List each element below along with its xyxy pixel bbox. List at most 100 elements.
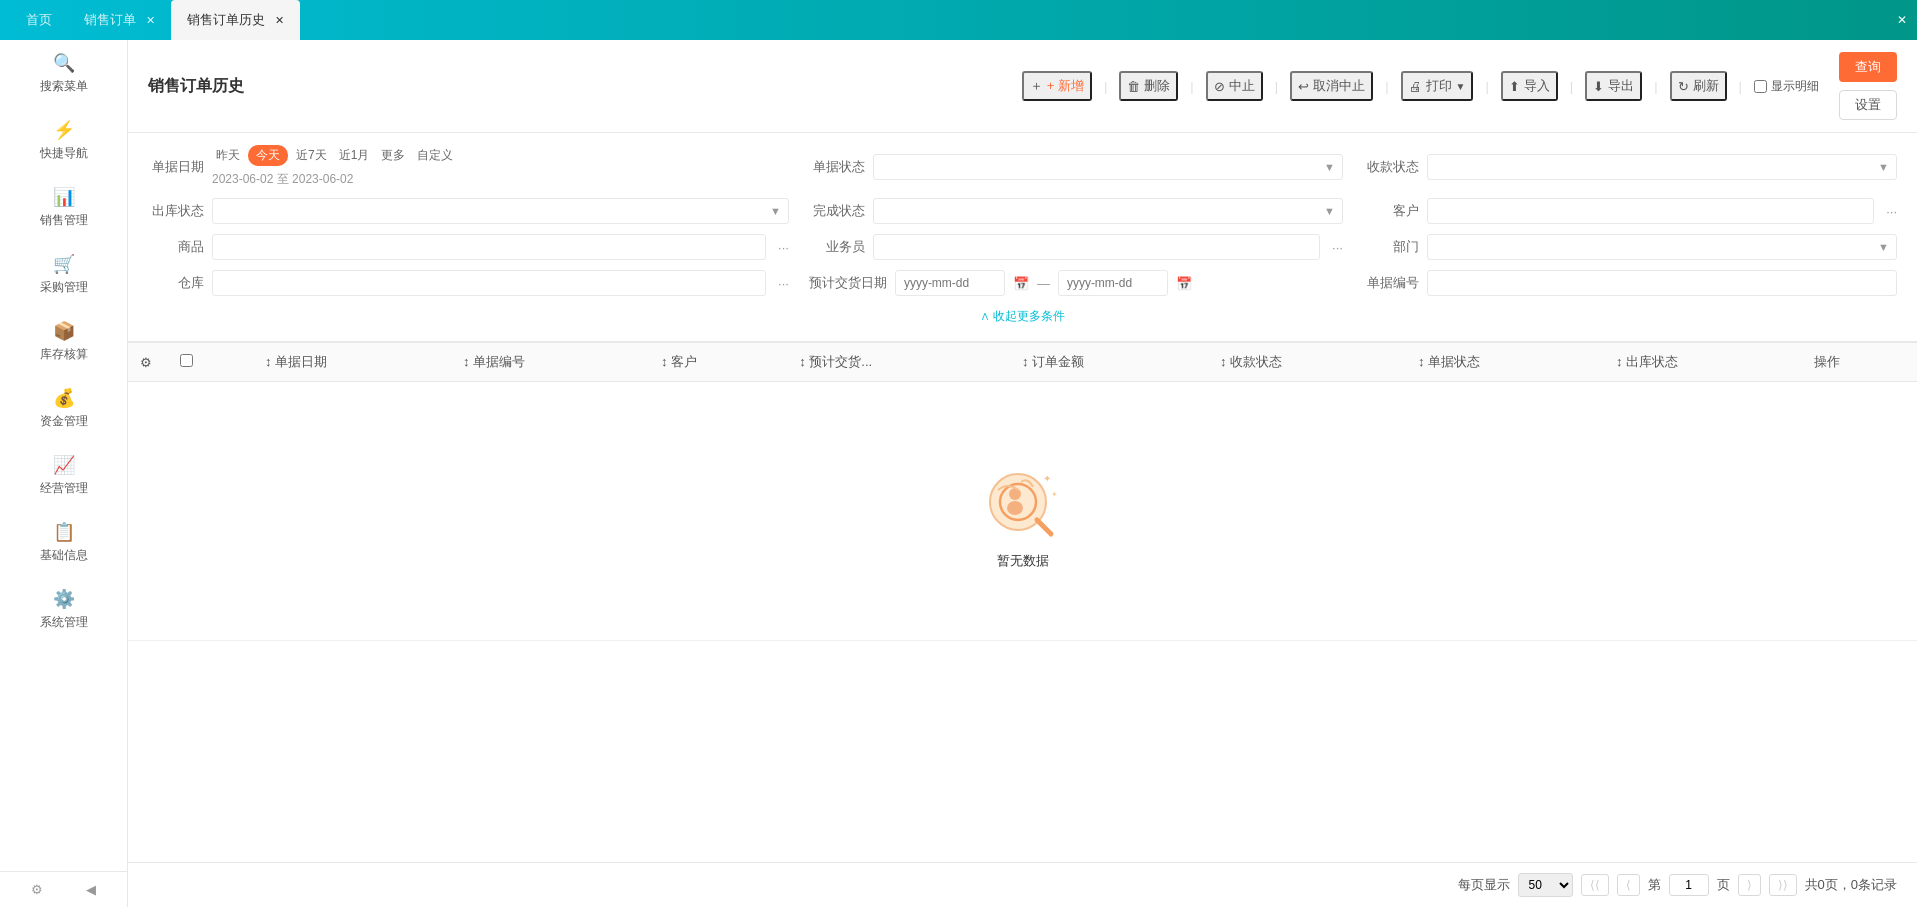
- calendar-from-icon[interactable]: 📅: [1013, 276, 1029, 291]
- content-area: 销售订单历史 ＋ + 新增 | 🗑 删除 | ⊘ 中止 | ↩: [128, 40, 1917, 907]
- settings-gear-icon[interactable]: ⚙: [140, 355, 152, 370]
- table-header-checkbox[interactable]: [168, 343, 253, 382]
- sidebar-item-operations-label: 经营管理: [40, 480, 88, 497]
- calendar-to-icon[interactable]: 📅: [1176, 276, 1192, 291]
- filter-complete-status-col: 完成状态 ▼: [809, 198, 1343, 224]
- customer-label: 客户: [1363, 202, 1419, 220]
- goods-ellipsis[interactable]: ···: [778, 240, 789, 255]
- sidebar-item-inventory-label: 库存核算: [40, 346, 88, 363]
- select-all-checkbox[interactable]: [180, 354, 193, 367]
- table-col-bill-no[interactable]: ↕ 单据编号: [451, 343, 649, 382]
- first-page-button[interactable]: ⟨⟨: [1581, 874, 1609, 896]
- query-button[interactable]: 查询: [1839, 52, 1897, 82]
- search-icon: 🔍: [53, 52, 75, 74]
- print-button-label: 打印: [1426, 77, 1452, 95]
- warehouse-ellipsis[interactable]: ···: [778, 276, 789, 291]
- delivery-status-select[interactable]: [212, 198, 789, 224]
- salesman-label: 业务员: [809, 238, 865, 256]
- payment-status-select[interactable]: [1427, 154, 1897, 180]
- filter-bill-no-col: 单据编号: [1363, 270, 1897, 296]
- export-icon: ⬇: [1593, 79, 1604, 94]
- tab-sales-order-close[interactable]: ✕: [146, 14, 155, 27]
- sidebar-item-inventory[interactable]: 📦 库存核算: [0, 308, 127, 375]
- sidebar-item-basic-info[interactable]: 📋 基础信息: [0, 509, 127, 576]
- sidebar-item-operations[interactable]: 📈 经营管理: [0, 442, 127, 509]
- sidebar-collapse-icon[interactable]: ◀: [86, 882, 96, 897]
- display-detail-label: 显示明细: [1771, 78, 1819, 95]
- date-today-btn[interactable]: 今天: [248, 145, 288, 166]
- prev-page-button[interactable]: ⟨: [1617, 874, 1640, 896]
- sidebar-item-sales[interactable]: 📊 销售管理: [0, 174, 127, 241]
- delete-button[interactable]: 🗑 删除: [1119, 71, 1178, 101]
- salesman-input[interactable]: [873, 234, 1320, 260]
- cancel-stop-button[interactable]: ↩ 取消中止: [1290, 71, 1373, 101]
- table-col-delivery-status[interactable]: ↕ 出库状态: [1604, 343, 1802, 382]
- customer-ellipsis[interactable]: ···: [1886, 204, 1897, 219]
- customer-input[interactable]: [1427, 198, 1874, 224]
- sidebar-item-quick-nav-label: 快捷导航: [40, 145, 88, 162]
- sidebar-item-purchase[interactable]: 🛒 采购管理: [0, 241, 127, 308]
- import-button-label: 导入: [1524, 77, 1550, 95]
- settings-button[interactable]: 设置: [1839, 90, 1897, 120]
- next-page-button[interactable]: ⟩: [1738, 874, 1761, 896]
- data-table: ⚙ ↕ 单据日期 ↕ 单据编号: [128, 342, 1917, 641]
- tab-home[interactable]: 首页: [10, 0, 68, 40]
- purchase-icon: 🛒: [53, 253, 75, 275]
- table-col-order-amount[interactable]: ↕ 订单金额: [1010, 343, 1208, 382]
- bill-no-label: 单据编号: [1363, 274, 1419, 292]
- delivery-date-label: 预计交货日期: [809, 274, 887, 292]
- per-page-select[interactable]: 50 20 100 200: [1518, 873, 1573, 897]
- date-filter-label: 单据日期: [148, 158, 204, 176]
- empty-state: ✦ ✦ 暂无数据: [140, 392, 1905, 630]
- bill-no-input[interactable]: [1427, 270, 1897, 296]
- complete-status-label: 完成状态: [809, 202, 865, 220]
- filter-goods-col: 商品 ···: [148, 234, 789, 260]
- salesman-ellipsis[interactable]: ···: [1332, 240, 1343, 255]
- filter-delivery-date-col: 预计交货日期 📅 — 📅: [809, 270, 1343, 296]
- date-filter-area: 昨天 今天 近7天 近1月 更多 自定义 2023-06-02 至 2023-0…: [212, 145, 457, 188]
- sidebar-bottom: ⚙ ◀: [0, 871, 127, 907]
- sidebar-item-quick-nav[interactable]: ⚡ 快捷导航: [0, 107, 127, 174]
- export-button[interactable]: ⬇ 导出: [1585, 71, 1642, 101]
- svg-point-3: [1009, 488, 1021, 500]
- table-col-payment-status[interactable]: ↕ 收款状态: [1208, 343, 1406, 382]
- table-col-customer[interactable]: ↕ 客户: [649, 343, 787, 382]
- date-more-btn[interactable]: 更多: [377, 145, 409, 166]
- main-layout: 🔍 搜索菜单 ⚡ 快捷导航 📊 销售管理 🛒 采购管理 📦 库存核算 💰 资金管…: [0, 40, 1917, 907]
- dept-select[interactable]: [1427, 234, 1897, 260]
- per-page-label: 每页显示: [1458, 876, 1510, 894]
- collapse-row[interactable]: ∧ 收起更多条件: [148, 304, 1897, 329]
- filter-warehouse-col: 仓库 ···: [148, 270, 789, 296]
- table-col-delivery-date[interactable]: ↕ 预计交货...: [787, 343, 1010, 382]
- complete-status-select[interactable]: [873, 198, 1343, 224]
- date-1month-btn[interactable]: 近1月: [335, 145, 374, 166]
- last-page-button[interactable]: ⟩⟩: [1769, 874, 1797, 896]
- date-custom-btn[interactable]: 自定义: [413, 145, 457, 166]
- table-settings-header[interactable]: ⚙: [128, 343, 168, 382]
- new-button[interactable]: ＋ + 新增: [1022, 71, 1092, 101]
- sidebar-settings-icon[interactable]: ⚙: [31, 882, 43, 897]
- goods-input[interactable]: [212, 234, 766, 260]
- delivery-date-to-input[interactable]: [1058, 270, 1168, 296]
- bill-status-select[interactable]: [873, 154, 1343, 180]
- refresh-button[interactable]: ↻ 刷新: [1670, 71, 1727, 101]
- tab-sales-order-history-close[interactable]: ✕: [275, 14, 284, 27]
- close-window-icon[interactable]: ✕: [1897, 13, 1907, 27]
- inventory-icon: 📦: [53, 320, 75, 342]
- stop-button[interactable]: ⊘ 中止: [1206, 71, 1263, 101]
- import-button[interactable]: ⬆ 导入: [1501, 71, 1558, 101]
- date-yesterday-btn[interactable]: 昨天: [212, 145, 244, 166]
- sidebar-search[interactable]: 🔍 搜索菜单: [0, 40, 127, 107]
- tab-sales-order[interactable]: 销售订单 ✕: [68, 0, 171, 40]
- table-col-date[interactable]: ↕ 单据日期: [253, 343, 451, 382]
- table-col-bill-status[interactable]: ↕ 单据状态: [1406, 343, 1604, 382]
- sidebar-item-system[interactable]: ⚙️ 系统管理: [0, 576, 127, 643]
- date-7days-btn[interactable]: 近7天: [292, 145, 331, 166]
- print-button[interactable]: 🖨 打印 ▼: [1401, 71, 1474, 101]
- display-detail-checkbox[interactable]: [1754, 80, 1767, 93]
- delivery-date-from-input[interactable]: [895, 270, 1005, 296]
- tab-sales-order-history[interactable]: 销售订单历史 ✕: [171, 0, 300, 40]
- sidebar-item-finance[interactable]: 💰 资金管理: [0, 375, 127, 442]
- warehouse-input[interactable]: [212, 270, 766, 296]
- page-number-input[interactable]: 1: [1669, 874, 1709, 896]
